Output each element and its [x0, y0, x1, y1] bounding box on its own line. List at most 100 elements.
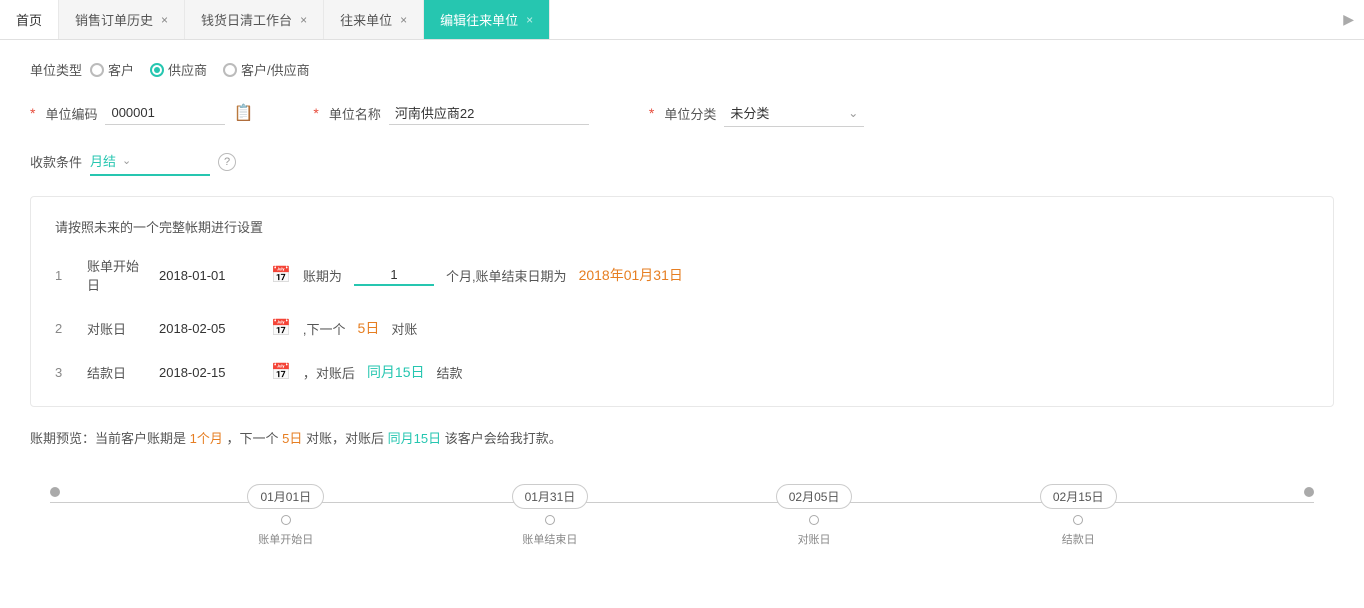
content-area: 单位类型 客户 供应商 客户/供应商 * 单位编码	[0, 40, 1364, 608]
period-row-1-cal-icon[interactable]: 📅	[271, 265, 291, 285]
timeline-node-4-dot	[1073, 515, 1083, 525]
unit-category-arrow-icon: ⌄	[848, 106, 858, 120]
period-row-2-num: 2	[55, 321, 75, 336]
period-settings-box: 请按照未来的一个完整帐期进行设置 1 账单开始日 2018-01-01 📅 账期…	[30, 196, 1334, 407]
unit-name-required: *	[313, 105, 318, 121]
preview-section: 账期预览：当前客户账期是 1个月 ，下一个 5日 对账，对账后 同月15日 该客…	[30, 427, 1334, 450]
period-row-1-end-date: 2018年01月31日	[579, 265, 683, 285]
payment-condition-label: 收款条件	[30, 152, 82, 171]
timeline-node-3-dot	[809, 515, 819, 525]
period-row-3: 3 结款日 2018-02-15 📅 ，对账后 同月15日 结款	[55, 362, 1309, 382]
period-row-3-cal-icon[interactable]: 📅	[271, 362, 291, 382]
radio-both-circle	[223, 63, 237, 77]
tab-cash-work-label: 钱货日清工作台	[201, 10, 292, 29]
close-edit-partner-icon[interactable]: ×	[526, 13, 533, 27]
timeline-node-2-dot	[545, 515, 555, 525]
period-row-2-label: 对账日	[87, 319, 147, 338]
unit-code-field: * 单位编码 📋	[30, 101, 253, 125]
timeline-node-1: 01月01日 账单开始日	[247, 484, 324, 547]
unit-type-row: 单位类型 客户 供应商 客户/供应商	[30, 60, 1334, 79]
tab-partner[interactable]: 往来单位 ×	[324, 0, 424, 39]
preview-part3: 同月15日	[388, 431, 441, 446]
timeline-node-2: 01月31日 账单结束日	[512, 484, 589, 547]
period-row-3-date: 2018-02-15	[159, 365, 259, 380]
close-sales-history-icon[interactable]: ×	[161, 13, 168, 27]
timeline-node-4-label: 02月15日	[1040, 484, 1117, 509]
tab-edit-partner[interactable]: 编辑往来单位 ×	[424, 0, 550, 39]
unit-category-field: * 单位分类 未分类 ⌄	[649, 99, 864, 127]
timeline-node-4: 02月15日 结款日	[1040, 484, 1117, 547]
tab-bar: 首页 销售订单历史 × 钱货日清工作台 × 往来单位 × 编辑往来单位 × ▶	[0, 0, 1364, 40]
unit-code-label: 单位编码	[45, 104, 97, 123]
timeline-node-1-label: 01月01日	[247, 484, 324, 509]
payment-condition-select[interactable]: 月结 ⌄	[90, 147, 210, 176]
timeline-node-1-dot	[281, 515, 291, 525]
preview-part2: 5日	[282, 431, 302, 446]
radio-supplier[interactable]: 供应商	[150, 60, 207, 79]
period-row-3-prefix: ，对账后	[303, 363, 355, 382]
unit-name-input[interactable]	[389, 101, 589, 125]
timeline-end-circle	[1304, 487, 1314, 497]
radio-customer[interactable]: 客户	[90, 60, 134, 79]
unit-category-label: 单位分类	[664, 104, 716, 123]
tab-cash-work[interactable]: 钱货日清工作台 ×	[185, 0, 324, 39]
tab-sales-history[interactable]: 销售订单历史 ×	[59, 0, 185, 39]
period-row-2-highlight: 5日	[358, 318, 380, 338]
timeline-container: 01月01日 账单开始日 01月31日 账单结束日 02月05日 对账日 02月…	[30, 474, 1334, 577]
preview-part1: 1个月	[190, 431, 223, 446]
period-row-1-period-label: 账期为	[303, 266, 342, 285]
period-row-2-cal-icon[interactable]: 📅	[271, 318, 291, 338]
unit-code-required: *	[30, 105, 35, 121]
timeline-node-1-sublabel: 账单开始日	[258, 531, 313, 547]
timeline-items: 01月01日 账单开始日 01月31日 账单结束日 02月05日 对账日 02月…	[50, 484, 1314, 547]
close-partner-icon[interactable]: ×	[400, 13, 407, 27]
period-row-2: 2 对账日 2018-02-05 📅 ,下一个 5日 对账	[55, 318, 1309, 338]
payment-condition-arrow-icon: ⌄	[122, 154, 131, 167]
tab-home-label: 首页	[16, 10, 42, 29]
period-row-3-suffix: 结款	[437, 363, 463, 382]
payment-condition-value: 月结	[90, 151, 116, 170]
timeline-node-2-label: 01月31日	[512, 484, 589, 509]
period-months-input[interactable]	[354, 265, 434, 286]
tab-edit-partner-label: 编辑往来单位	[440, 10, 518, 29]
preview-label: 账期预览：当前客户账期是	[30, 431, 186, 446]
close-cash-work-icon[interactable]: ×	[300, 13, 307, 27]
timeline-node-2-sublabel: 账单结束日	[522, 531, 577, 547]
radio-both[interactable]: 客户/供应商	[223, 60, 310, 79]
period-row-1-label: 账单开始日	[87, 256, 147, 294]
timeline-end-dot	[1304, 484, 1314, 497]
unit-category-select[interactable]: 未分类 ⌄	[724, 99, 864, 127]
unit-category-value: 未分类	[730, 103, 842, 122]
period-row-2-prefix: ,下一个	[303, 319, 346, 338]
copy-icon[interactable]: 📋	[233, 103, 253, 123]
period-row-1-date: 2018-01-01	[159, 268, 259, 283]
timeline-node-3: 02月05日 对账日	[776, 484, 853, 547]
tab-home[interactable]: 首页	[0, 0, 59, 39]
tab-scroll-arrow[interactable]: ▶	[1333, 0, 1364, 39]
help-icon[interactable]: ?	[218, 153, 236, 171]
tab-partner-label: 往来单位	[340, 10, 392, 29]
period-row-1: 1 账单开始日 2018-01-01 📅 账期为 个月,账单结束日期为 2018…	[55, 256, 1309, 294]
unit-code-input[interactable]	[105, 101, 225, 125]
unit-type-field: 单位类型 客户 供应商 客户/供应商	[30, 60, 310, 79]
unit-name-field: * 单位名称	[313, 101, 588, 125]
timeline-start-circle	[50, 487, 60, 497]
radio-supplier-label: 供应商	[168, 60, 207, 79]
radio-both-label: 客户/供应商	[241, 60, 310, 79]
radio-customer-label: 客户	[108, 60, 134, 79]
preview-middle2: 对账，对账后	[306, 431, 384, 446]
period-row-3-highlight: 同月15日	[367, 362, 425, 382]
timeline-start-dot	[50, 484, 60, 497]
payment-condition-row: 收款条件 月结 ⌄ ?	[30, 147, 1334, 176]
period-row-1-num: 1	[55, 268, 75, 283]
unit-category-required: *	[649, 105, 654, 121]
radio-customer-circle	[90, 63, 104, 77]
period-row-2-suffix: 对账	[391, 319, 417, 338]
tab-sales-history-label: 销售订单历史	[75, 10, 153, 29]
unit-name-label: 单位名称	[329, 104, 381, 123]
timeline-node-4-sublabel: 结款日	[1062, 531, 1095, 547]
preview-middle1: ，下一个	[227, 431, 279, 446]
period-row-2-date: 2018-02-05	[159, 321, 259, 336]
period-box-title: 请按照未来的一个完整帐期进行设置	[55, 217, 1309, 236]
payment-condition-field: 收款条件 月结 ⌄ ?	[30, 147, 236, 176]
